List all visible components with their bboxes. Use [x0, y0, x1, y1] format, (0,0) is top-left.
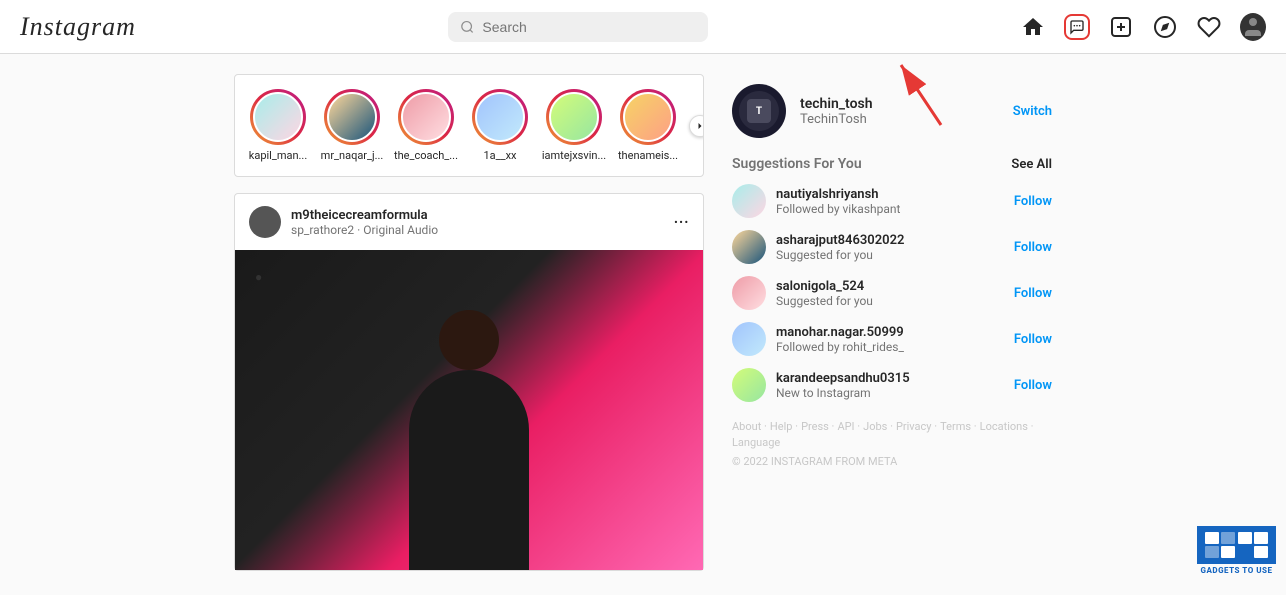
suggestions-title: Suggestions For You — [732, 156, 862, 172]
story-item[interactable]: iamtejxsvin... — [541, 89, 607, 162]
suggestion-avatar — [732, 276, 766, 310]
follow-button-2[interactable]: Follow — [1014, 286, 1052, 301]
sidebar-switch-button[interactable]: Switch — [1013, 104, 1052, 119]
footer-link-terms[interactable]: Terms — [940, 420, 977, 433]
search-icon — [460, 19, 474, 35]
suggestion-subtitle: Followed by rohit_rides_ — [776, 340, 1004, 354]
suggestion-subtitle: Followed by vikashpant — [776, 202, 1004, 216]
suggestion-subtitle: Suggested for you — [776, 248, 1004, 262]
stories-next-button[interactable] — [689, 115, 704, 137]
story-username: 1a__xx — [483, 149, 516, 162]
sidebar-copyright: © 2022 INSTAGRAM FROM META — [732, 455, 1052, 468]
story-item[interactable]: thenameis... — [615, 89, 681, 162]
suggestion-username: karandeepsandhu0315 — [776, 371, 1004, 386]
follow-button-4[interactable]: Follow — [1014, 378, 1052, 393]
footer-link-privacy[interactable]: Privacy — [896, 420, 937, 433]
follow-button-1[interactable]: Follow — [1014, 240, 1052, 255]
post-user-info: m9theicecreamformula sp_rathore2 · Origi… — [291, 208, 663, 237]
story-username: thenameis... — [618, 149, 678, 162]
create-icon[interactable] — [1108, 14, 1134, 40]
post-card: m9theicecreamformula sp_rathore2 · Origi… — [234, 193, 704, 571]
sidebar-links: About Help Press API Jobs Privacy Terms … — [732, 420, 1052, 449]
footer-link-language[interactable]: Language — [732, 436, 780, 449]
post-avatar — [249, 206, 281, 238]
suggestion-info: manohar.nagar.50999 Followed by rohit_ri… — [776, 325, 1004, 354]
story-item[interactable]: 1a__xx — [467, 89, 533, 162]
see-all-button[interactable]: See All — [1011, 157, 1052, 172]
suggestion-info: nautiyalshriyansh Followed by vikashpant — [776, 187, 1004, 216]
post-image: ● — [235, 250, 703, 570]
profile-icon[interactable] — [1240, 14, 1266, 40]
instagram-logo: Instagram — [20, 11, 136, 43]
story-item[interactable]: mr_naqar_j... — [319, 89, 385, 162]
footer-link-press[interactable]: Press — [801, 420, 834, 433]
post-username: m9theicecreamformula — [291, 208, 663, 223]
suggestion-avatar — [732, 230, 766, 264]
story-username: kapil_man... — [249, 149, 307, 162]
suggestion-username: nautiyalshriyansh — [776, 187, 1004, 202]
suggestion-subtitle: New to Instagram — [776, 386, 1004, 400]
suggestion-avatar — [732, 184, 766, 218]
suggestion-avatar — [732, 322, 766, 356]
footer-link-locations[interactable]: Locations — [980, 420, 1034, 433]
story-username: mr_naqar_j... — [321, 149, 384, 162]
follow-button-3[interactable]: Follow — [1014, 332, 1052, 347]
suggestion-info: asharajput846302022 Suggested for you — [776, 233, 1004, 262]
sidebar-footer: About Help Press API Jobs Privacy Terms … — [732, 420, 1052, 468]
post-subtitle: sp_rathore2 · Original Audio — [291, 223, 663, 237]
suggestion-item-1: asharajput846302022 Suggested for you Fo… — [732, 230, 1052, 264]
suggestion-subtitle: Suggested for you — [776, 294, 1004, 308]
suggestion-username: asharajput846302022 — [776, 233, 1004, 248]
notifications-icon[interactable] — [1196, 14, 1222, 40]
sidebar-user: T techin_tosh TechinTosh Switch — [732, 84, 1052, 138]
post-more-button[interactable]: ··· — [673, 210, 689, 234]
sidebar-display-name: TechinTosh — [800, 112, 999, 127]
post-header: m9theicecreamformula sp_rathore2 · Origi… — [235, 194, 703, 250]
watermark: GADGETS TO USE — [1197, 526, 1276, 575]
suggestion-username: salonigola_524 — [776, 279, 1004, 294]
suggestions-header: Suggestions For You See All — [732, 156, 1052, 172]
feed-column: kapil_man... mr_naqar_j... the_coach_...… — [234, 74, 704, 571]
sidebar-user-info: techin_tosh TechinTosh — [800, 96, 999, 127]
navbar: Instagram — [0, 0, 1286, 54]
footer-link-api[interactable]: API — [837, 420, 860, 433]
story-username: iamtejxsvin... — [542, 149, 606, 162]
footer-link-jobs[interactable]: Jobs — [863, 420, 893, 433]
suggestion-avatar — [732, 368, 766, 402]
search-bar[interactable] — [448, 12, 708, 42]
story-item[interactable]: the_coach_... — [393, 89, 459, 162]
suggestion-item-2: salonigola_524 Suggested for you Follow — [732, 276, 1052, 310]
suggestion-item-4: karandeepsandhu0315 New to Instagram Fol… — [732, 368, 1052, 402]
watermark-text: GADGETS TO USE — [1201, 566, 1273, 575]
sidebar-avatar: T — [732, 84, 786, 138]
suggestion-info: salonigola_524 Suggested for you — [776, 279, 1004, 308]
suggestion-item-0: nautiyalshriyansh Followed by vikashpant… — [732, 184, 1052, 218]
suggestion-item-3: manohar.nagar.50999 Followed by rohit_ri… — [732, 322, 1052, 356]
messenger-icon[interactable] — [1064, 14, 1090, 40]
nav-icons — [1020, 14, 1266, 40]
main-content: kapil_man... mr_naqar_j... the_coach_...… — [0, 54, 1286, 591]
footer-link-about[interactable]: About — [732, 420, 767, 433]
footer-link-help[interactable]: Help — [770, 420, 798, 433]
explore-icon[interactable] — [1152, 14, 1178, 40]
follow-button-0[interactable]: Follow — [1014, 194, 1052, 209]
search-input[interactable] — [482, 19, 696, 35]
suggestion-username: manohar.nagar.50999 — [776, 325, 1004, 340]
sidebar-username: techin_tosh — [800, 96, 999, 112]
home-icon[interactable] — [1020, 14, 1046, 40]
story-item[interactable]: kapil_man... — [245, 89, 311, 162]
sidebar: T techin_tosh TechinTosh Switch Suggesti… — [732, 74, 1052, 571]
suggestion-info: karandeepsandhu0315 New to Instagram — [776, 371, 1004, 400]
story-username: the_coach_... — [394, 149, 458, 162]
stories-container: kapil_man... mr_naqar_j... the_coach_...… — [234, 74, 704, 177]
